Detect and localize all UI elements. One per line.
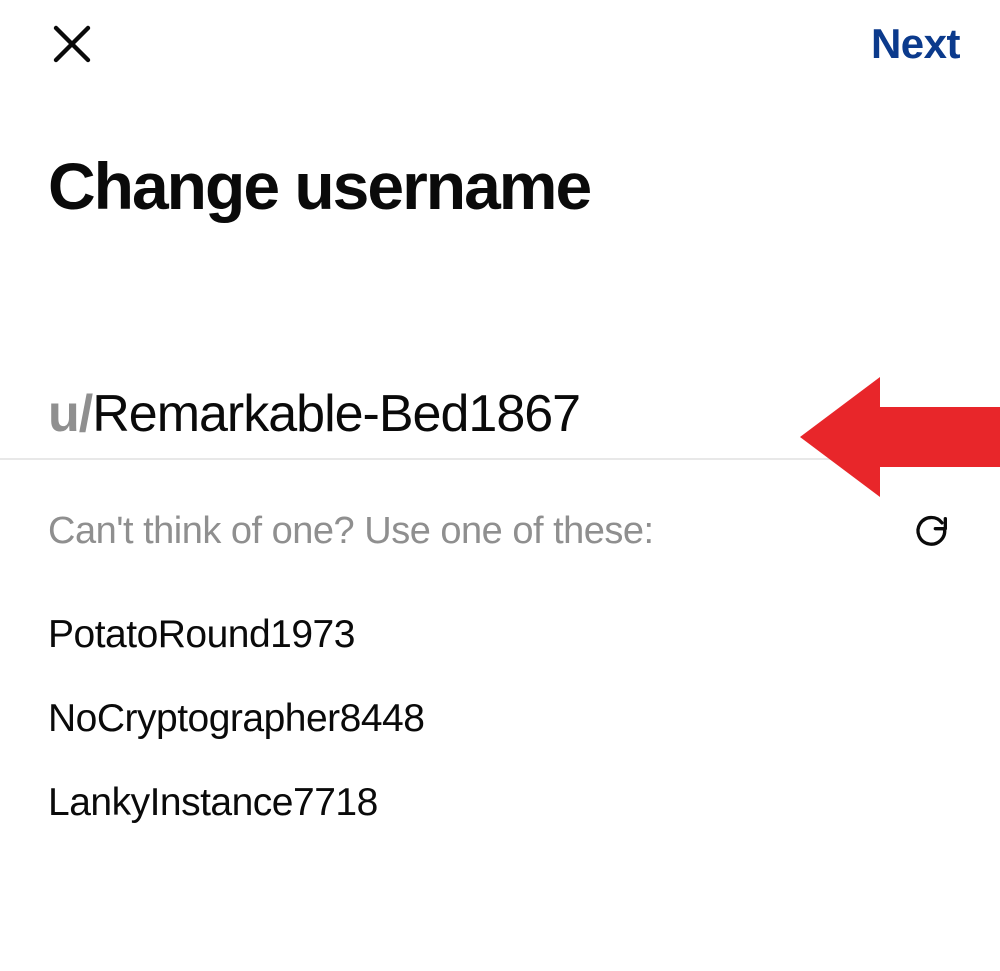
- refresh-icon[interactable]: [912, 512, 952, 552]
- suggestion-list: PotatoRound1973 NoCryptographer8448 Lank…: [0, 553, 1000, 845]
- suggestion-hint: Can't think of one? Use one of these:: [48, 510, 654, 553]
- close-icon[interactable]: [48, 20, 96, 68]
- suggestion-item[interactable]: LankyInstance7718: [48, 761, 952, 845]
- arrow-annotation-icon: [800, 362, 1000, 512]
- suggestion-item[interactable]: NoCryptographer8448: [48, 677, 952, 761]
- username-prefix: u/: [48, 384, 92, 444]
- next-button[interactable]: Next: [871, 20, 960, 68]
- suggestion-item[interactable]: PotatoRound1973: [48, 593, 952, 677]
- page-title: Change username: [0, 88, 1000, 224]
